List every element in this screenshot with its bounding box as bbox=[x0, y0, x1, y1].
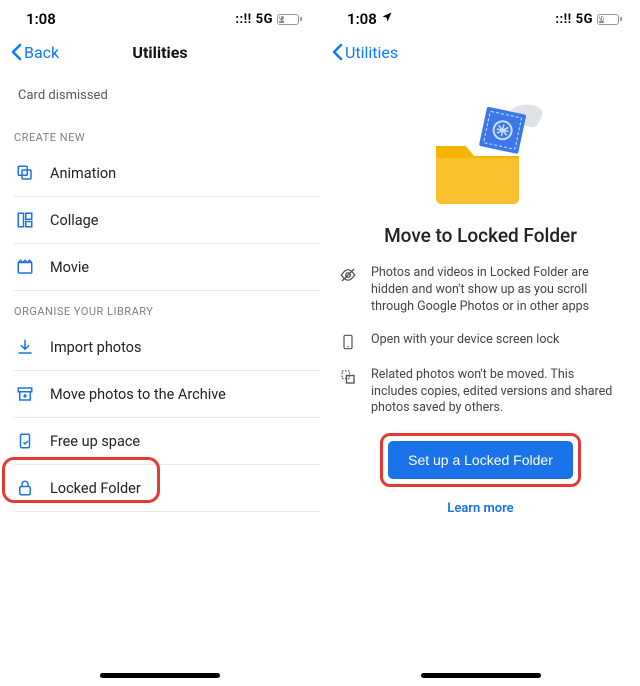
screen-utilities: 1:08 ::!! 5G 27 Back Utilities Card dism… bbox=[0, 0, 320, 686]
list-item-label: Movie bbox=[50, 259, 89, 276]
list-item-label: Locked Folder bbox=[50, 480, 141, 497]
status-bar: 1:08 ::!! 5G 27 bbox=[0, 0, 320, 32]
device-icon bbox=[339, 332, 357, 351]
list-item-archive[interactable]: Move photos to the Archive bbox=[14, 370, 320, 417]
bullet-text: Related photos won't be moved. This incl… bbox=[371, 367, 622, 418]
battery-icon: 27 bbox=[277, 14, 302, 25]
page-title: Move to Locked Folder bbox=[321, 218, 640, 265]
list-item-label: Collage bbox=[50, 212, 98, 229]
network-label: 5G bbox=[256, 12, 273, 27]
list-item-locked-folder[interactable]: Locked Folder bbox=[14, 464, 320, 511]
battery-icon: 26 bbox=[597, 14, 622, 25]
home-indicator[interactable] bbox=[100, 673, 220, 678]
list-item-label: Import photos bbox=[50, 339, 141, 356]
highlight-cta: Set up a Locked Folder bbox=[380, 433, 581, 487]
list-item-movie[interactable]: Movie bbox=[14, 243, 320, 290]
toast-message: Card dismissed bbox=[0, 72, 320, 117]
back-button[interactable]: Back bbox=[10, 43, 59, 62]
nav-bar: Back Utilities bbox=[0, 32, 320, 72]
back-label: Utilities bbox=[345, 43, 398, 62]
setup-locked-folder-button[interactable]: Set up a Locked Folder bbox=[388, 441, 573, 479]
list-item-label: Move photos to the Archive bbox=[50, 386, 226, 403]
learn-more-link[interactable]: Learn more bbox=[447, 501, 513, 516]
movie-icon bbox=[14, 258, 36, 276]
bullet-hidden: Photos and videos in Locked Folder are h… bbox=[339, 265, 622, 316]
screen-locked-folder-setup: 1:08 ::!! 5G 26 Utilities bbox=[320, 0, 640, 686]
section-header-organise: ORGANISE YOUR LIBRARY bbox=[0, 291, 320, 324]
list-create: Animation Collage Movie bbox=[0, 150, 320, 290]
back-label: Back bbox=[24, 43, 59, 62]
lock-icon bbox=[14, 479, 36, 497]
back-button[interactable]: Utilities bbox=[331, 43, 398, 62]
signal-icon: ::!! bbox=[555, 12, 571, 27]
archive-icon bbox=[14, 385, 36, 403]
status-time: 1:08 bbox=[26, 10, 56, 28]
collage-icon bbox=[14, 211, 36, 229]
list-organise: Import photos Move photos to the Archive… bbox=[0, 324, 320, 511]
download-icon bbox=[14, 338, 36, 356]
eye-off-icon bbox=[339, 265, 357, 316]
info-bullets: Photos and videos in Locked Folder are h… bbox=[321, 265, 640, 417]
bullet-related: Related photos won't be moved. This incl… bbox=[339, 367, 622, 418]
freeup-icon bbox=[14, 432, 36, 450]
animation-icon bbox=[14, 164, 36, 182]
list-item-animation[interactable]: Animation bbox=[14, 150, 320, 196]
status-time: 1:08 bbox=[347, 10, 377, 28]
bullet-screenlock: Open with your device screen lock bbox=[339, 332, 622, 351]
nav-bar: Utilities bbox=[321, 32, 640, 72]
list-item-label: Animation bbox=[50, 165, 116, 182]
hero-illustration bbox=[321, 72, 640, 218]
home-indicator[interactable] bbox=[421, 673, 541, 678]
list-item-freeup[interactable]: Free up space bbox=[14, 417, 320, 464]
list-item-import[interactable]: Import photos bbox=[14, 324, 320, 370]
bullet-text: Open with your device screen lock bbox=[371, 332, 559, 351]
list-item-collage[interactable]: Collage bbox=[14, 196, 320, 243]
network-label: 5G bbox=[576, 12, 593, 27]
bullet-text: Photos and videos in Locked Folder are h… bbox=[371, 265, 622, 316]
signal-icon: ::!! bbox=[235, 12, 251, 27]
location-icon bbox=[381, 11, 393, 27]
section-header-create: CREATE NEW bbox=[0, 117, 320, 150]
list-item-label: Free up space bbox=[50, 433, 140, 450]
stack-icon bbox=[339, 367, 357, 418]
status-bar: 1:08 ::!! 5G 26 bbox=[321, 0, 640, 32]
